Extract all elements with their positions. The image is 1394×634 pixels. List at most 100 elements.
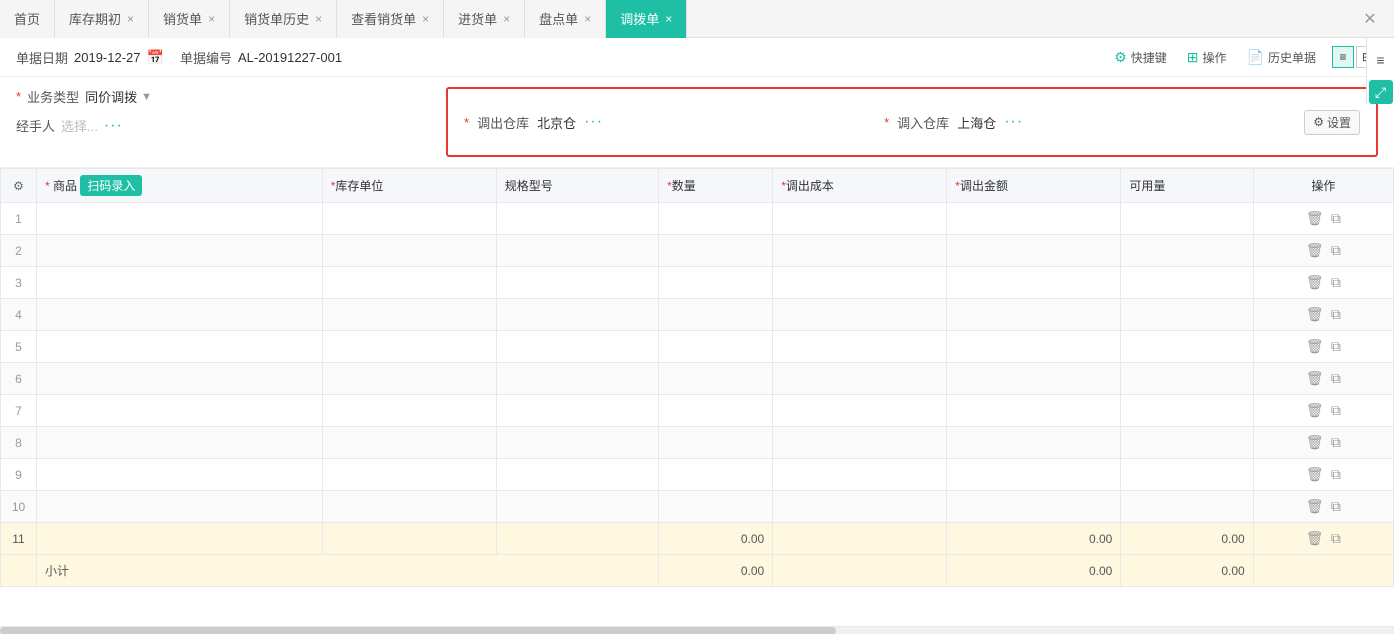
- cell-spec[interactable]: [496, 363, 658, 395]
- cell-cost[interactable]: [773, 491, 947, 523]
- cell-product[interactable]: [37, 523, 323, 555]
- tab-view-sales[interactable]: 查看销货单 ×: [337, 0, 444, 38]
- tab-stocktake-close[interactable]: ×: [584, 13, 591, 25]
- cell-spec[interactable]: [496, 299, 658, 331]
- copy-icon[interactable]: ⧉: [1331, 434, 1341, 450]
- cell-spec[interactable]: [496, 331, 658, 363]
- cell-available[interactable]: [1121, 459, 1253, 491]
- cell-amount[interactable]: [947, 267, 1121, 299]
- tab-sales-history[interactable]: 销货单历史 ×: [230, 0, 337, 38]
- transfer-out-more-button[interactable]: ···: [584, 113, 603, 131]
- tab-sales-order-close[interactable]: ×: [208, 13, 215, 25]
- delete-icon[interactable]: 🗑: [1306, 242, 1324, 258]
- handler-select[interactable]: 选择...: [61, 116, 98, 135]
- copy-icon[interactable]: ⧉: [1331, 498, 1341, 514]
- cell-amount[interactable]: [947, 331, 1121, 363]
- cell-product[interactable]: [37, 299, 323, 331]
- cell-available[interactable]: [1121, 395, 1253, 427]
- cell-cost[interactable]: [773, 459, 947, 491]
- cell-unit[interactable]: [322, 459, 496, 491]
- operation-button[interactable]: ⊞ 操作: [1183, 47, 1231, 68]
- cell-amount[interactable]: [947, 299, 1121, 331]
- tab-transfer[interactable]: 调拨单 ×: [606, 0, 687, 38]
- cell-amount[interactable]: [947, 491, 1121, 523]
- cell-amount[interactable]: [947, 203, 1121, 235]
- tab-transfer-close[interactable]: ×: [665, 13, 672, 25]
- cell-product[interactable]: [37, 203, 323, 235]
- cell-unit[interactable]: [322, 395, 496, 427]
- cell-qty[interactable]: [659, 363, 773, 395]
- cell-product[interactable]: [37, 491, 323, 523]
- sidebar-list-icon[interactable]: ≡: [1369, 48, 1393, 72]
- copy-icon[interactable]: ⧉: [1331, 402, 1341, 418]
- th-settings[interactable]: ⚙: [1, 169, 37, 203]
- cell-qty[interactable]: [659, 427, 773, 459]
- close-window-button[interactable]: ✕: [1356, 5, 1384, 33]
- copy-icon[interactable]: ⧉: [1331, 338, 1341, 354]
- cell-amount[interactable]: [947, 363, 1121, 395]
- cell-unit[interactable]: [322, 235, 496, 267]
- copy-icon[interactable]: ⧉: [1331, 306, 1341, 322]
- calendar-icon[interactable]: 📅: [147, 49, 164, 66]
- history-button[interactable]: 📄 历史单据: [1243, 47, 1320, 68]
- sidebar-expand-icon[interactable]: ⤢: [1369, 80, 1393, 104]
- tab-sales-order[interactable]: 销货单 ×: [149, 0, 230, 38]
- delete-icon[interactable]: 🗑: [1306, 274, 1324, 290]
- cell-unit[interactable]: [322, 427, 496, 459]
- delete-icon[interactable]: 🗑: [1306, 210, 1324, 226]
- cell-cost[interactable]: [773, 235, 947, 267]
- cell-available[interactable]: [1121, 267, 1253, 299]
- cell-unit[interactable]: [322, 363, 496, 395]
- cell-cost[interactable]: [773, 427, 947, 459]
- cell-spec[interactable]: [496, 267, 658, 299]
- date-value[interactable]: 2019-12-27: [74, 50, 141, 65]
- cell-available[interactable]: [1121, 491, 1253, 523]
- delete-icon[interactable]: 🗑: [1306, 338, 1324, 354]
- cell-available[interactable]: [1121, 235, 1253, 267]
- cell-qty[interactable]: [659, 299, 773, 331]
- cell-unit[interactable]: [322, 267, 496, 299]
- cell-unit[interactable]: [322, 523, 496, 555]
- cell-qty[interactable]: [659, 459, 773, 491]
- cell-spec[interactable]: [496, 235, 658, 267]
- grid-toggle-list[interactable]: ≡: [1332, 46, 1354, 68]
- cell-available[interactable]: [1121, 363, 1253, 395]
- cell-spec[interactable]: [496, 459, 658, 491]
- copy-icon[interactable]: ⧉: [1331, 210, 1341, 226]
- cell-qty[interactable]: [659, 203, 773, 235]
- panel-settings-button[interactable]: ⚙ 设置: [1304, 110, 1360, 135]
- cell-available[interactable]: [1121, 427, 1253, 459]
- cell-unit[interactable]: [322, 331, 496, 363]
- delete-icon[interactable]: 🗑: [1306, 530, 1324, 546]
- tab-inventory-init[interactable]: 库存期初 ×: [55, 0, 149, 38]
- cell-unit[interactable]: [322, 299, 496, 331]
- cell-cost[interactable]: [773, 395, 947, 427]
- cell-product[interactable]: [37, 235, 323, 267]
- cell-amount[interactable]: [947, 235, 1121, 267]
- cell-spec[interactable]: [496, 491, 658, 523]
- cell-unit[interactable]: [322, 203, 496, 235]
- handler-more-button[interactable]: ···: [104, 117, 123, 135]
- horizontal-scrollbar[interactable]: [0, 626, 1394, 634]
- tab-stocktake[interactable]: 盘点单 ×: [525, 0, 606, 38]
- cell-qty[interactable]: [659, 331, 773, 363]
- cell-cost[interactable]: [773, 267, 947, 299]
- cell-product[interactable]: [37, 331, 323, 363]
- copy-icon[interactable]: ⧉: [1331, 466, 1341, 482]
- tab-inventory-init-close[interactable]: ×: [127, 13, 134, 25]
- cell-available[interactable]: [1121, 299, 1253, 331]
- cell-product[interactable]: [37, 363, 323, 395]
- cell-amount[interactable]: [947, 459, 1121, 491]
- scroll-thumb[interactable]: [0, 627, 836, 634]
- cell-unit[interactable]: [322, 491, 496, 523]
- cell-spec[interactable]: [496, 523, 658, 555]
- cell-qty[interactable]: [659, 491, 773, 523]
- transfer-in-more-button[interactable]: ···: [1004, 113, 1023, 131]
- shortcut-button[interactable]: ⚙ 快捷键: [1110, 47, 1171, 68]
- cell-cost[interactable]: [773, 203, 947, 235]
- transfer-in-value[interactable]: 上海仓: [957, 113, 996, 132]
- scan-input-button[interactable]: 扫码录入: [80, 175, 142, 196]
- cell-qty[interactable]: [659, 235, 773, 267]
- delete-icon[interactable]: 🗑: [1306, 370, 1324, 386]
- cell-cost[interactable]: [773, 331, 947, 363]
